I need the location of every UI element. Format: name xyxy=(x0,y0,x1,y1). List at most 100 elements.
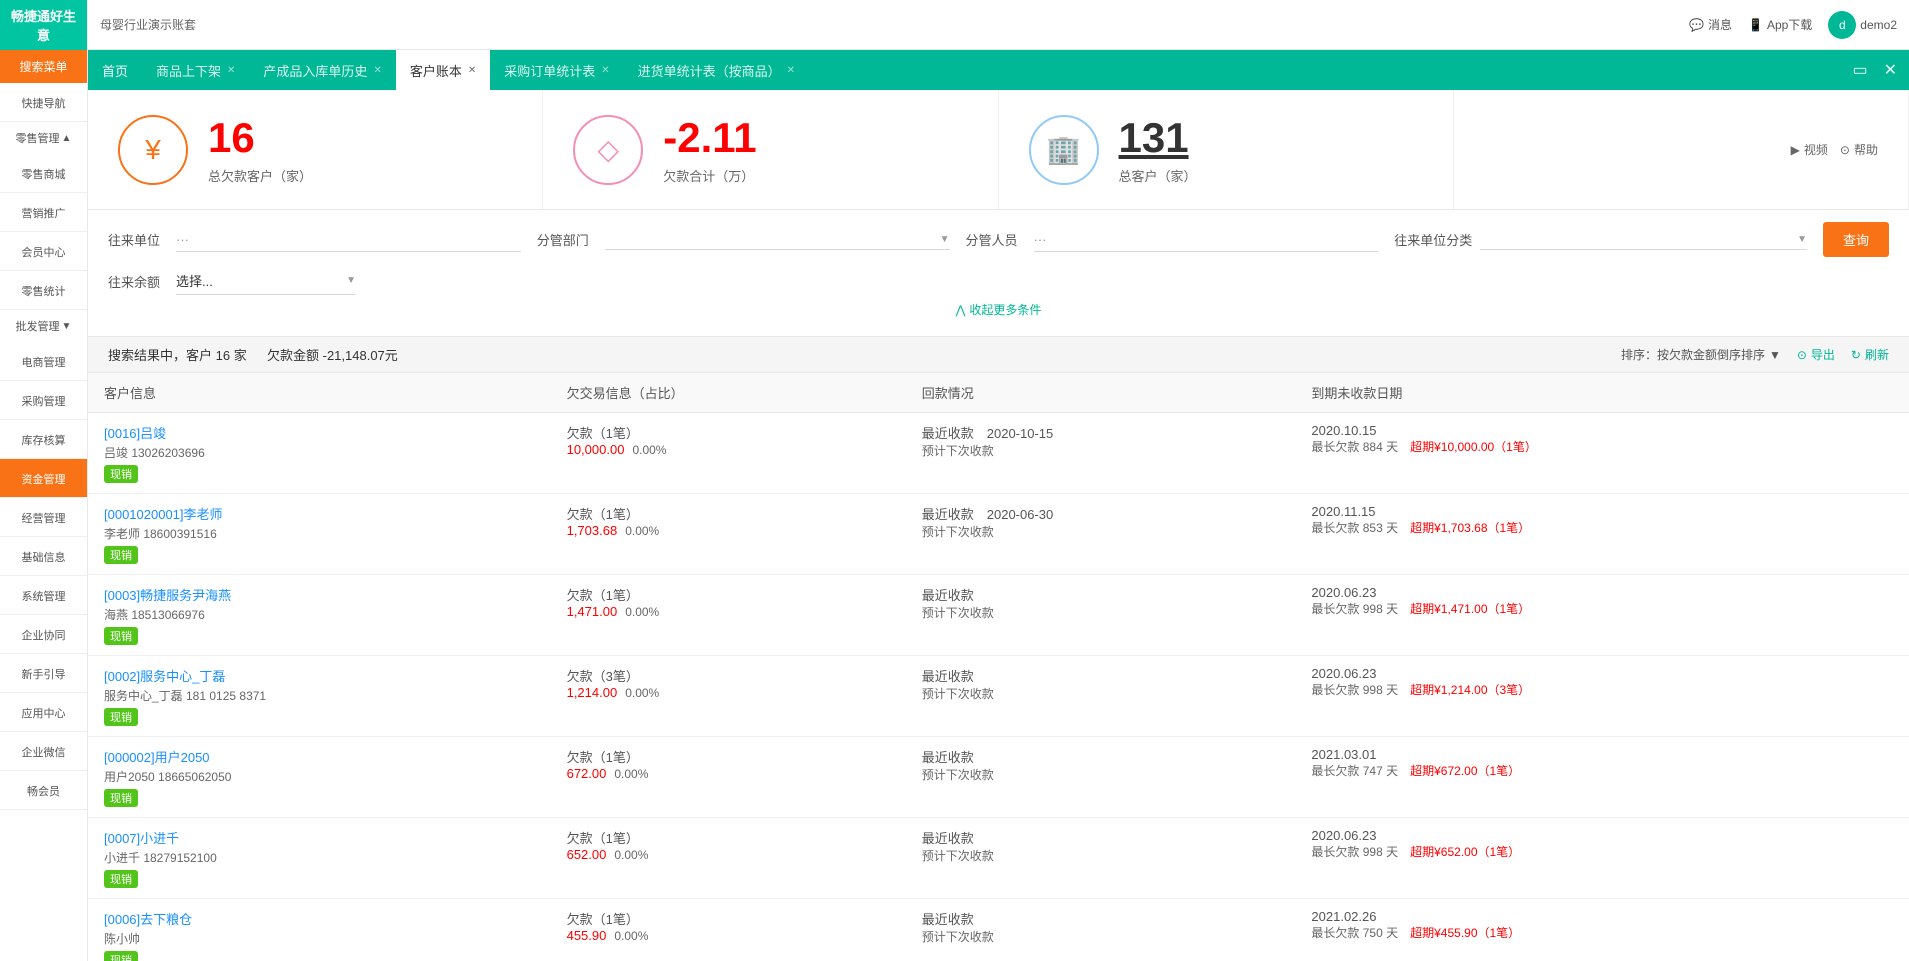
sidebar-item-member[interactable]: 会员中心 xyxy=(0,232,87,271)
sidebar-item-app-center[interactable]: 应用中心 xyxy=(0,693,87,732)
debt-total-amount: -21,148.07元 xyxy=(323,348,398,363)
overdue-days-6: 最长欠款 750 天 超期¥455.90（1笔） xyxy=(1311,924,1893,941)
debt-count-2: 欠款（1笔） xyxy=(567,585,890,604)
marketing-label: 营销推广 xyxy=(4,205,83,221)
tabbar-close-btn[interactable]: ✕ xyxy=(1880,56,1901,84)
tab-customer-account[interactable]: 客户账本 ✕ xyxy=(396,50,490,90)
collapse-filter-btn[interactable]: ⋀ 收起更多条件 xyxy=(108,295,1889,324)
source-unit-category-select[interactable]: ▼ xyxy=(1480,230,1807,250)
col-customer-info: 客户信息 xyxy=(88,373,551,413)
user-avatar-btn[interactable]: d demo2 xyxy=(1828,11,1897,39)
overdue-days-3: 最长欠款 998 天 超期¥1,214.00（3笔） xyxy=(1311,681,1893,698)
topbar-breadcrumb: 母婴行业演示账套 xyxy=(100,16,196,33)
overdue-amount-link-1[interactable]: 超期¥1,703.68（1笔） xyxy=(1410,521,1530,535)
sidebar-item-retail-mgmt[interactable]: 零售管理 ▲ xyxy=(0,122,87,154)
sidebar-item-enterprise-wechat[interactable]: 企业微信 xyxy=(0,732,87,771)
help-btn[interactable]: ⊙ 帮助 xyxy=(1840,141,1878,158)
branch-person-label: 分管人员 xyxy=(966,230,1026,249)
table-row: [0016]吕竣 吕竣 13026203696 现销 欠款（1笔） 10,000… xyxy=(88,413,1909,494)
sidebar-item-capital[interactable]: 资金管理 xyxy=(0,459,87,498)
customer-name-1[interactable]: [0001020001]李老师 xyxy=(104,507,223,522)
tab-purchase-order-close[interactable]: ✕ xyxy=(601,65,609,76)
due-date-4: 2021.03.01 xyxy=(1311,747,1893,762)
batch-mgmt-arrow: ▼ xyxy=(62,321,72,332)
sidebar-item-basic-info[interactable]: 基础信息 xyxy=(0,537,87,576)
sidebar-item-marketing[interactable]: 营销推广 xyxy=(0,193,87,232)
topbar-right: 💬 消息 📱 App下载 d demo2 xyxy=(1689,11,1897,39)
search-menu-btn[interactable]: 搜索菜单 xyxy=(0,50,87,83)
sidebar-item-operations[interactable]: 经营管理 xyxy=(0,498,87,537)
sidebar-item-quick-nav[interactable]: 快捷导航 xyxy=(0,83,87,122)
sort-selector[interactable]: 排序：按欠款金额倒序排序 ▼ xyxy=(1621,346,1781,363)
sidebar-item-retail-mall[interactable]: 零售商城 xyxy=(0,154,87,193)
branch-dept-select[interactable]: ▼ xyxy=(605,230,950,250)
refresh-btn[interactable]: ↻ 刷新 xyxy=(1851,346,1889,363)
source-unit-label: 往来单位 xyxy=(108,230,168,249)
help-label: 帮助 xyxy=(1854,141,1878,158)
branch-dept-label: 分管部门 xyxy=(537,230,597,249)
tab-home[interactable]: 首页 xyxy=(88,50,142,90)
filter-source-unit-category: 往来单位分类 ▼ xyxy=(1394,230,1807,250)
help-icon: ⊙ xyxy=(1840,143,1850,157)
operations-label: 经营管理 xyxy=(4,510,83,526)
search-button[interactable]: 查询 xyxy=(1823,222,1889,257)
overdue-amount-link-3[interactable]: 超期¥1,214.00（3笔） xyxy=(1410,683,1530,697)
sidebar-item-purchase[interactable]: 采购管理 xyxy=(0,381,87,420)
sidebar-nav: 快捷导航 零售管理 ▲ 零售商城 营销推广 会员中心 零售统计 批发管理 ▼ 电… xyxy=(0,83,87,961)
tab-customer-account-close[interactable]: ✕ xyxy=(468,65,476,76)
customer-name-4[interactable]: [000002]用户2050 xyxy=(104,750,210,765)
sidebar-item-system[interactable]: 系统管理 xyxy=(0,576,87,615)
overdue-days-2: 最长欠款 998 天 超期¥1,471.00（1笔） xyxy=(1311,600,1893,617)
tab-purchase-stats[interactable]: 进货单统计表（按商品） ✕ xyxy=(624,50,809,90)
debt-info-cell-4: 欠款（1笔） 672.00 0.00% xyxy=(551,737,906,818)
sidebar-item-retail-stats[interactable]: 零售统计 xyxy=(0,271,87,310)
overdue-amount-link-6[interactable]: 超期¥455.90（1笔） xyxy=(1410,926,1520,940)
sidebar-item-member-vip[interactable]: 畅会员 xyxy=(0,771,87,810)
total-debt-customers-value: 16 xyxy=(208,114,312,162)
video-btn[interactable]: ▶ 视频 xyxy=(1791,141,1828,158)
tab-purchase-stats-label: 进货单统计表（按商品） xyxy=(638,61,781,80)
enterprise-collab-label: 企业协同 xyxy=(4,627,83,643)
batch-mgmt-label: 批发管理 xyxy=(16,318,60,334)
sidebar-item-enterprise-collab[interactable]: 企业协同 xyxy=(0,615,87,654)
export-btn[interactable]: ⊙ 导出 xyxy=(1797,346,1835,363)
next-payment-label-0: 预计下次收款 xyxy=(922,442,1280,459)
sidebar-item-batch-mgmt[interactable]: 批发管理 ▼ xyxy=(0,310,87,342)
sidebar-item-ecommerce[interactable]: 电商管理 xyxy=(0,342,87,381)
overdue-amount-link-2[interactable]: 超期¥1,471.00（1笔） xyxy=(1410,602,1530,616)
debt-count-1: 欠款（1笔） xyxy=(567,504,890,523)
due-date-5: 2020.06.23 xyxy=(1311,828,1893,843)
customer-info-cell-1: [0001020001]李老师 李老师 18600391516 现销 xyxy=(88,494,551,575)
debt-count-3: 欠款（3笔） xyxy=(567,666,890,685)
app-download-btn[interactable]: 📱 App下载 xyxy=(1748,16,1812,33)
sidebar-item-inventory[interactable]: 库存核算 xyxy=(0,420,87,459)
debt-amount-value: -2.11 xyxy=(663,114,756,162)
customer-name-2[interactable]: [0003]畅捷服务尹海燕 xyxy=(104,588,231,603)
tab-product-history-close[interactable]: ✕ xyxy=(373,65,381,76)
balance-select[interactable]: 选择... ▼ xyxy=(176,267,356,295)
overdue-amount-link-5[interactable]: 超期¥652.00（1笔） xyxy=(1410,845,1520,859)
tab-product-toggle-close[interactable]: ✕ xyxy=(227,65,235,76)
debt-count-5: 欠款（1笔） xyxy=(567,828,890,847)
table-row: [0003]畅捷服务尹海燕 海燕 18513066976 现销 欠款（1笔） 1… xyxy=(88,575,1909,656)
due-date-cell-6: 2021.02.26 最长欠款 750 天 超期¥455.90（1笔） xyxy=(1295,899,1909,961)
customer-name-0[interactable]: [0016]吕竣 xyxy=(104,426,166,441)
customer-tag-6: 现销 xyxy=(104,951,138,961)
overdue-amount-link-4[interactable]: 超期¥672.00（1笔） xyxy=(1410,764,1520,778)
customer-contact-5: 小进千 18279152100 xyxy=(104,849,535,866)
results-info: 搜索结果中，客户 16 家 欠款金额 -21,148.07元 xyxy=(108,345,398,364)
results-actions: 排序：按欠款金额倒序排序 ▼ ⊙ 导出 ↻ 刷新 xyxy=(1621,346,1889,363)
customer-tag-3: 现销 xyxy=(104,708,138,726)
tab-purchase-stats-close[interactable]: ✕ xyxy=(787,65,795,76)
sidebar-item-newbie[interactable]: 新手引导 xyxy=(0,654,87,693)
customer-name-6[interactable]: [0006]去下粮仓 xyxy=(104,912,192,927)
customer-name-3[interactable]: [0002]服务中心_丁磊 xyxy=(104,669,225,684)
tab-purchase-order[interactable]: 采购订单统计表 ✕ xyxy=(490,50,623,90)
tabbar-restore-btn[interactable]: ▭ xyxy=(1848,56,1871,84)
message-btn[interactable]: 💬 消息 xyxy=(1689,16,1732,33)
customer-name-5[interactable]: [0007]小进千 xyxy=(104,831,179,846)
tab-product-toggle[interactable]: 商品上下架 ✕ xyxy=(142,50,249,90)
overdue-amount-link-0[interactable]: 超期¥10,000.00（1笔） xyxy=(1410,440,1537,454)
total-customers-label: 总客户（家） xyxy=(1119,166,1197,185)
tab-product-history[interactable]: 产成品入库单历史 ✕ xyxy=(249,50,395,90)
